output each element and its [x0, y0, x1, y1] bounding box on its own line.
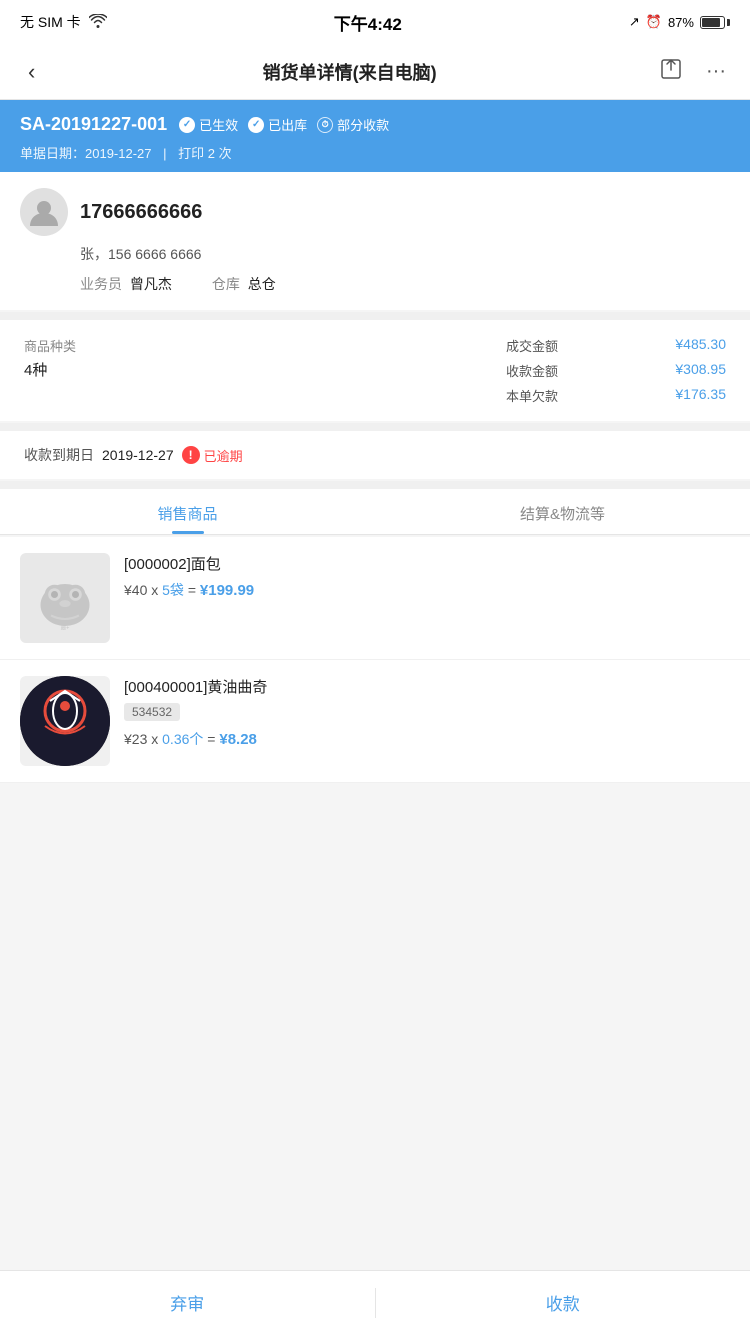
- product-price-row-2: ¥23 x 0.36个 = ¥8.28: [124, 729, 730, 749]
- check-icon-active: ✓: [179, 117, 195, 133]
- salesperson-label: 业务员: [80, 276, 122, 292]
- wifi-icon: [89, 14, 107, 31]
- divider-2: [0, 423, 750, 431]
- status-active-label: 已生效: [199, 115, 238, 134]
- summary-right: 成交金额 ¥485.30 收款金额 ¥308.95 本单欠款 ¥176.35: [506, 336, 726, 405]
- summary-section: 商品种类 4种 成交金额 ¥485.30 收款金额 ¥308.95 本单欠款 ¥…: [0, 320, 750, 421]
- status-tag-active: ✓ 已生效: [179, 115, 238, 134]
- deal-row: 成交金额 ¥485.30: [506, 336, 726, 355]
- deal-value: ¥485.30: [675, 336, 726, 355]
- customer-contact: 张，156 6666 6666: [20, 244, 730, 264]
- status-left: 无 SIM 卡: [20, 12, 107, 32]
- due-label: 收款到期日: [24, 445, 94, 465]
- salesperson-field: 业务员 曾凡杰: [80, 274, 172, 294]
- bottom-bar: 弃审 收款: [0, 1270, 750, 1334]
- status-tag-partial: ⏱ 部分收款: [317, 115, 389, 134]
- due-section: 收款到期日 2019-12-27 ! 已逾期: [0, 431, 750, 479]
- owed-label: 本单欠款: [506, 386, 558, 405]
- due-date-value: 2019-12-27: [102, 447, 174, 463]
- overdue-icon: !: [182, 446, 200, 464]
- customer-section: 17666666666 张，156 6666 6666 业务员 曾凡杰 仓库 总…: [0, 172, 750, 310]
- cancel-label: 弃审: [170, 1290, 204, 1315]
- divider-1: [0, 312, 750, 320]
- tab-settlement[interactable]: 结算&物流等: [375, 489, 750, 534]
- order-header: SA-20191227-001 ✓ 已生效 ✓ 已出库 ⏱ 部分收款 单据日期：…: [0, 100, 750, 172]
- status-shipped-label: 已出库: [268, 115, 307, 134]
- customer-avatar: [20, 188, 68, 236]
- received-row: 收款金额 ¥308.95: [506, 361, 726, 380]
- customer-phone: 17666666666: [80, 201, 202, 224]
- alarm-icon: ⏰: [646, 14, 662, 30]
- product-info-2: [000400001]黄油曲奇 534532 ¥23 x 0.36个 = ¥8.…: [124, 676, 730, 749]
- cancel-button[interactable]: 弃审: [0, 1271, 375, 1334]
- status-time: 下午4:42: [334, 10, 402, 35]
- share-button[interactable]: [656, 54, 686, 90]
- battery-percent: 87%: [668, 15, 694, 30]
- customer-row: 17666666666: [20, 188, 730, 236]
- divider-3: [0, 481, 750, 489]
- status-tag-shipped: ✓ 已出库: [248, 115, 307, 134]
- product-info-1: [0000002]面包 ¥40 x 5袋 = ¥199.99: [124, 553, 730, 600]
- nav-bar: ‹ 销货单详情(来自电脑) ···: [0, 44, 750, 100]
- status-right: ↗ ⏰ 87%: [629, 14, 730, 30]
- battery-icon: [700, 16, 730, 29]
- summary-left: 商品种类 4种: [24, 336, 76, 380]
- type-label: 商品种类: [24, 336, 76, 355]
- product-total-1: ¥199.99: [200, 582, 254, 599]
- product-item: 最+ [0000002]面包 ¥40 x 5袋 = ¥199.99: [0, 537, 750, 660]
- clock-icon: ⏱: [317, 117, 333, 133]
- product-price-row-1: ¥40 x 5袋 = ¥199.99: [124, 580, 730, 600]
- product-thumbnail-2: [20, 676, 110, 766]
- product-price-2: ¥23: [124, 731, 147, 747]
- nav-title: 销货单详情(来自电脑): [263, 59, 437, 85]
- more-button[interactable]: ···: [702, 56, 730, 87]
- order-date: 单据日期：2019-12-27 | 打印 2 次: [20, 143, 730, 162]
- deal-label: 成交金额: [506, 336, 558, 355]
- location-icon: ↗: [629, 14, 640, 30]
- back-button[interactable]: ‹: [20, 51, 43, 93]
- product-total-2: ¥8.28: [219, 731, 257, 748]
- product-qty-1: 5袋: [162, 582, 184, 598]
- confirm-button[interactable]: 收款: [376, 1271, 750, 1334]
- overdue-text: 已逾期: [204, 446, 243, 465]
- warehouse-value: 总仓: [248, 276, 276, 292]
- bottom-spacer: [0, 783, 750, 863]
- tabs-row: 销售商品 结算&物流等: [0, 489, 750, 535]
- type-value: 4种: [24, 359, 76, 380]
- owed-row: 本单欠款 ¥176.35: [506, 386, 726, 405]
- carrier-label: 无 SIM 卡: [20, 12, 81, 32]
- owed-value: ¥176.35: [675, 386, 726, 405]
- check-icon-shipped: ✓: [248, 117, 264, 133]
- product-badge-2: 534532: [124, 703, 180, 721]
- status-bar: 无 SIM 卡 下午4:42 ↗ ⏰ 87%: [0, 0, 750, 44]
- product-name-1: [0000002]面包: [124, 553, 730, 574]
- customer-meta: 业务员 曾凡杰 仓库 总仓: [20, 274, 730, 294]
- confirm-label: 收款: [546, 1290, 580, 1315]
- order-id: SA-20191227-001: [20, 114, 167, 135]
- tab-sales-products[interactable]: 销售商品: [0, 489, 375, 534]
- received-label: 收款金额: [506, 361, 558, 380]
- product-qty-2: 0.36个: [162, 731, 203, 747]
- product-logo-2: [20, 676, 110, 766]
- received-value: ¥308.95: [675, 361, 726, 380]
- status-tags: ✓ 已生效 ✓ 已出库 ⏱ 部分收款: [179, 115, 389, 134]
- overdue-badge: ! 已逾期: [182, 446, 243, 465]
- warehouse-label: 仓库: [212, 276, 240, 292]
- product-item-2: [000400001]黄油曲奇 534532 ¥23 x 0.36个 = ¥8.…: [0, 660, 750, 783]
- products-section: 最+ [0000002]面包 ¥40 x 5袋 = ¥199.99: [0, 537, 750, 783]
- product-thumbnail-1: 最+: [20, 553, 110, 643]
- tab-sales-label: 销售商品: [157, 506, 217, 523]
- product-price-1: ¥40: [124, 582, 147, 598]
- product-name-2: [000400001]黄油曲奇: [124, 676, 730, 697]
- tab-settlement-label: 结算&物流等: [520, 506, 605, 523]
- status-partial-label: 部分收款: [337, 115, 389, 134]
- nav-actions: ···: [656, 54, 730, 90]
- tabs-section: 销售商品 结算&物流等: [0, 489, 750, 535]
- summary-grid: 商品种类 4种 成交金额 ¥485.30 收款金额 ¥308.95 本单欠款 ¥…: [24, 336, 726, 405]
- salesperson-value: 曾凡杰: [130, 276, 172, 292]
- warehouse-field: 仓库 总仓: [212, 274, 276, 294]
- svg-text:最+: 最+: [61, 625, 70, 632]
